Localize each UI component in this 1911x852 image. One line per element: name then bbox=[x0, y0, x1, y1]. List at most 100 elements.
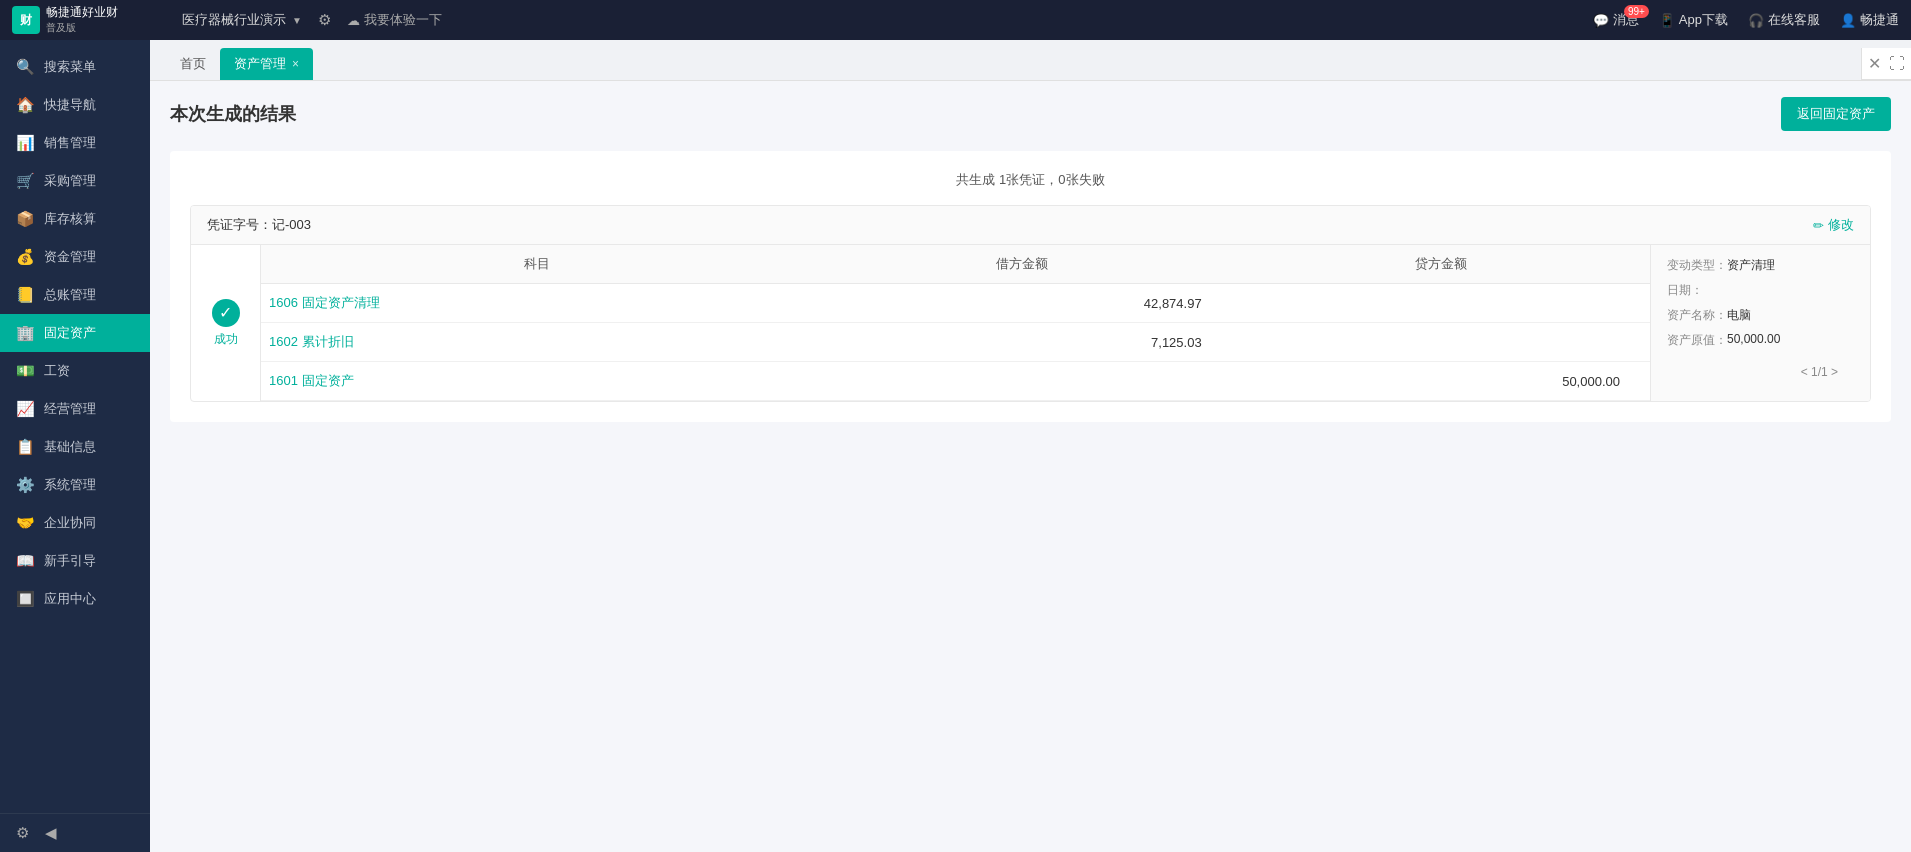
col-subject: 科目 bbox=[261, 245, 813, 284]
sidebar-icon-guide: 📖 bbox=[16, 552, 34, 570]
message-button[interactable]: 💬 消息 99+ bbox=[1593, 11, 1639, 29]
sidebar-label-basic-info: 基础信息 bbox=[44, 438, 96, 456]
sidebar-label-sales: 销售管理 bbox=[44, 134, 96, 152]
sidebar-icon-purchase: 🛒 bbox=[16, 172, 34, 190]
phone-icon: 📱 bbox=[1659, 13, 1675, 28]
sidebar-label-payroll: 工资 bbox=[44, 362, 70, 380]
change-type-label: 变动类型： bbox=[1667, 257, 1727, 274]
sidebar-item-finance[interactable]: 💰 资金管理 bbox=[0, 238, 150, 276]
topbar: 财 畅捷通好业财 普及版 医疗器械行业演示 ▼ ⚙ ☁ 我要体验一下 💬 消息 … bbox=[0, 0, 1911, 40]
page-header: 本次生成的结果 返回固定资产 bbox=[170, 97, 1891, 131]
tab-asset-mgmt[interactable]: 资产管理× bbox=[220, 48, 313, 80]
sidebar-settings-icon[interactable]: ⚙ bbox=[16, 824, 29, 842]
sidebar-collapse-icon[interactable]: ◀ bbox=[45, 824, 57, 842]
page-content: 本次生成的结果 返回固定资产 共生成 1张凭证，0张失败 凭证字号：记-003 … bbox=[150, 81, 1911, 852]
headset-icon: 🎧 bbox=[1748, 13, 1764, 28]
topbar-center: 医疗器械行业演示 ▼ ⚙ ☁ 我要体验一下 bbox=[162, 11, 1593, 29]
check-icon: ✓ bbox=[212, 299, 240, 327]
row-credit bbox=[1232, 323, 1650, 362]
side-info-asset-name: 资产名称： 电脑 bbox=[1667, 307, 1854, 324]
app-logo: 财 畅捷通好业财 普及版 bbox=[12, 5, 162, 35]
settings-icon[interactable]: ⚙ bbox=[318, 11, 331, 29]
col-credit: 贷方金额 bbox=[1232, 245, 1650, 284]
service-label: 在线客服 bbox=[1768, 11, 1820, 29]
sidebar-item-app-center[interactable]: 🔲 应用中心 bbox=[0, 580, 150, 618]
sidebar-icon-quick-nav: 🏠 bbox=[16, 96, 34, 114]
voucher-main-table: 科目 借方金额 贷方金额 1606 固定资产清理 42,874.97 1602 … bbox=[261, 245, 1650, 401]
sidebar-icon-basic-info: 📋 bbox=[16, 438, 34, 456]
voucher-header: 凭证字号：记-003 ✏ 修改 bbox=[191, 206, 1870, 245]
voucher-table: ✓ 成功 科目 借方金额 bbox=[191, 245, 1870, 401]
original-value-value: 50,000.00 bbox=[1727, 332, 1780, 346]
user-menu[interactable]: 👤 畅捷通 bbox=[1840, 11, 1899, 29]
sidebar-item-sales[interactable]: 📊 销售管理 bbox=[0, 124, 150, 162]
sidebar-label-app-center: 应用中心 bbox=[44, 590, 96, 608]
tab-label-home: 首页 bbox=[180, 56, 206, 71]
row-credit bbox=[1232, 284, 1650, 323]
original-value-label: 资产原值： bbox=[1667, 332, 1727, 349]
voucher-block: 凭证字号：记-003 ✏ 修改 ✓ bbox=[190, 205, 1871, 402]
sidebar-label-search: 搜索菜单 bbox=[44, 58, 96, 76]
row-subject: 1602 累计折旧 bbox=[261, 323, 813, 362]
sidebar-label-guide: 新手引导 bbox=[44, 552, 96, 570]
row-debit: 42,874.97 bbox=[813, 284, 1231, 323]
success-text: 成功 bbox=[214, 331, 238, 348]
sidebar-label-purchase: 采购管理 bbox=[44, 172, 96, 190]
asset-name-value: 电脑 bbox=[1727, 307, 1751, 324]
project-selector[interactable]: 医疗器械行业演示 ▼ bbox=[182, 11, 302, 29]
sidebar-label-finance: 资金管理 bbox=[44, 248, 96, 266]
tab-bar: 首页资产管理× bbox=[150, 40, 1911, 81]
online-service-button[interactable]: 🎧 在线客服 bbox=[1748, 11, 1820, 29]
result-summary: 共生成 1张凭证，0张失败 bbox=[190, 171, 1871, 189]
sidebar-icon-payroll: 💵 bbox=[16, 362, 34, 380]
tab-close-asset-mgmt[interactable]: × bbox=[292, 57, 299, 71]
sidebar-icon-enterprise: 🤝 bbox=[16, 514, 34, 532]
page-title: 本次生成的结果 bbox=[170, 102, 296, 126]
row-debit: 7,125.03 bbox=[813, 323, 1231, 362]
sidebar-label-operations: 经营管理 bbox=[44, 400, 96, 418]
sidebar-item-system[interactable]: ⚙️ 系统管理 bbox=[0, 466, 150, 504]
result-panel: 共生成 1张凭证，0张失败 凭证字号：记-003 ✏ 修改 bbox=[170, 151, 1891, 422]
sidebar-icon-inventory: 📦 bbox=[16, 210, 34, 228]
sidebar-item-general-ledger[interactable]: 📒 总账管理 bbox=[0, 276, 150, 314]
sidebar-icon-fixed-assets: 🏢 bbox=[16, 324, 34, 342]
sidebar-item-payroll[interactable]: 💵 工资 bbox=[0, 352, 150, 390]
experience-button[interactable]: ☁ 我要体验一下 bbox=[347, 11, 442, 29]
main-layout: 🔍 搜索菜单 🏠 快捷导航 📊 销售管理 🛒 采购管理 📦 库存核算 💰 资金管… bbox=[0, 40, 1911, 852]
sidebar-item-basic-info[interactable]: 📋 基础信息 bbox=[0, 428, 150, 466]
logo-text: 畅捷通好业财 bbox=[46, 5, 118, 21]
side-info-date: 日期： bbox=[1667, 282, 1854, 299]
sidebar-item-fixed-assets[interactable]: 🏢 固定资产 bbox=[0, 314, 150, 352]
sidebar-item-search[interactable]: 🔍 搜索菜单 bbox=[0, 48, 150, 86]
sidebar-item-quick-nav[interactable]: 🏠 快捷导航 bbox=[0, 86, 150, 124]
side-info-original-value: 资产原值： 50,000.00 bbox=[1667, 332, 1854, 349]
logo-sub: 普及版 bbox=[46, 21, 118, 35]
sidebar-item-guide[interactable]: 📖 新手引导 bbox=[0, 542, 150, 580]
edit-icon: ✏ bbox=[1813, 218, 1824, 233]
sidebar-label-quick-nav: 快捷导航 bbox=[44, 96, 96, 114]
sidebar-item-purchase[interactable]: 🛒 采购管理 bbox=[0, 162, 150, 200]
voucher-pagination[interactable]: < 1/1 > bbox=[1667, 357, 1854, 387]
sidebar-item-inventory[interactable]: 📦 库存核算 bbox=[0, 200, 150, 238]
project-arrow-icon: ▼ bbox=[292, 15, 302, 26]
col-debit: 借方金额 bbox=[813, 245, 1231, 284]
sidebar-label-enterprise: 企业协同 bbox=[44, 514, 96, 532]
app-download-label: App下载 bbox=[1679, 11, 1728, 29]
sidebar-icon-app-center: 🔲 bbox=[16, 590, 34, 608]
row-subject: 1601 固定资产 bbox=[261, 362, 813, 401]
app-download-button[interactable]: 📱 App下载 bbox=[1659, 11, 1728, 29]
panel-close-icon[interactable]: ✕ bbox=[1868, 54, 1881, 73]
success-indicator: ✓ 成功 bbox=[212, 279, 240, 368]
project-name: 医疗器械行业演示 bbox=[182, 11, 286, 29]
sidebar-icon-sales: 📊 bbox=[16, 134, 34, 152]
message-icon: 💬 bbox=[1593, 13, 1609, 28]
sidebar-label-general-ledger: 总账管理 bbox=[44, 286, 96, 304]
back-to-assets-button[interactable]: 返回固定资产 bbox=[1781, 97, 1891, 131]
tab-home[interactable]: 首页 bbox=[166, 48, 220, 80]
logo-icon: 财 bbox=[12, 6, 40, 34]
panel-expand-icon[interactable]: ⛶ bbox=[1889, 55, 1905, 73]
sidebar-item-operations[interactable]: 📈 经营管理 bbox=[0, 390, 150, 428]
sidebar-label-fixed-assets: 固定资产 bbox=[44, 324, 96, 342]
sidebar-item-enterprise[interactable]: 🤝 企业协同 bbox=[0, 504, 150, 542]
voucher-edit-button[interactable]: ✏ 修改 bbox=[1813, 216, 1854, 234]
